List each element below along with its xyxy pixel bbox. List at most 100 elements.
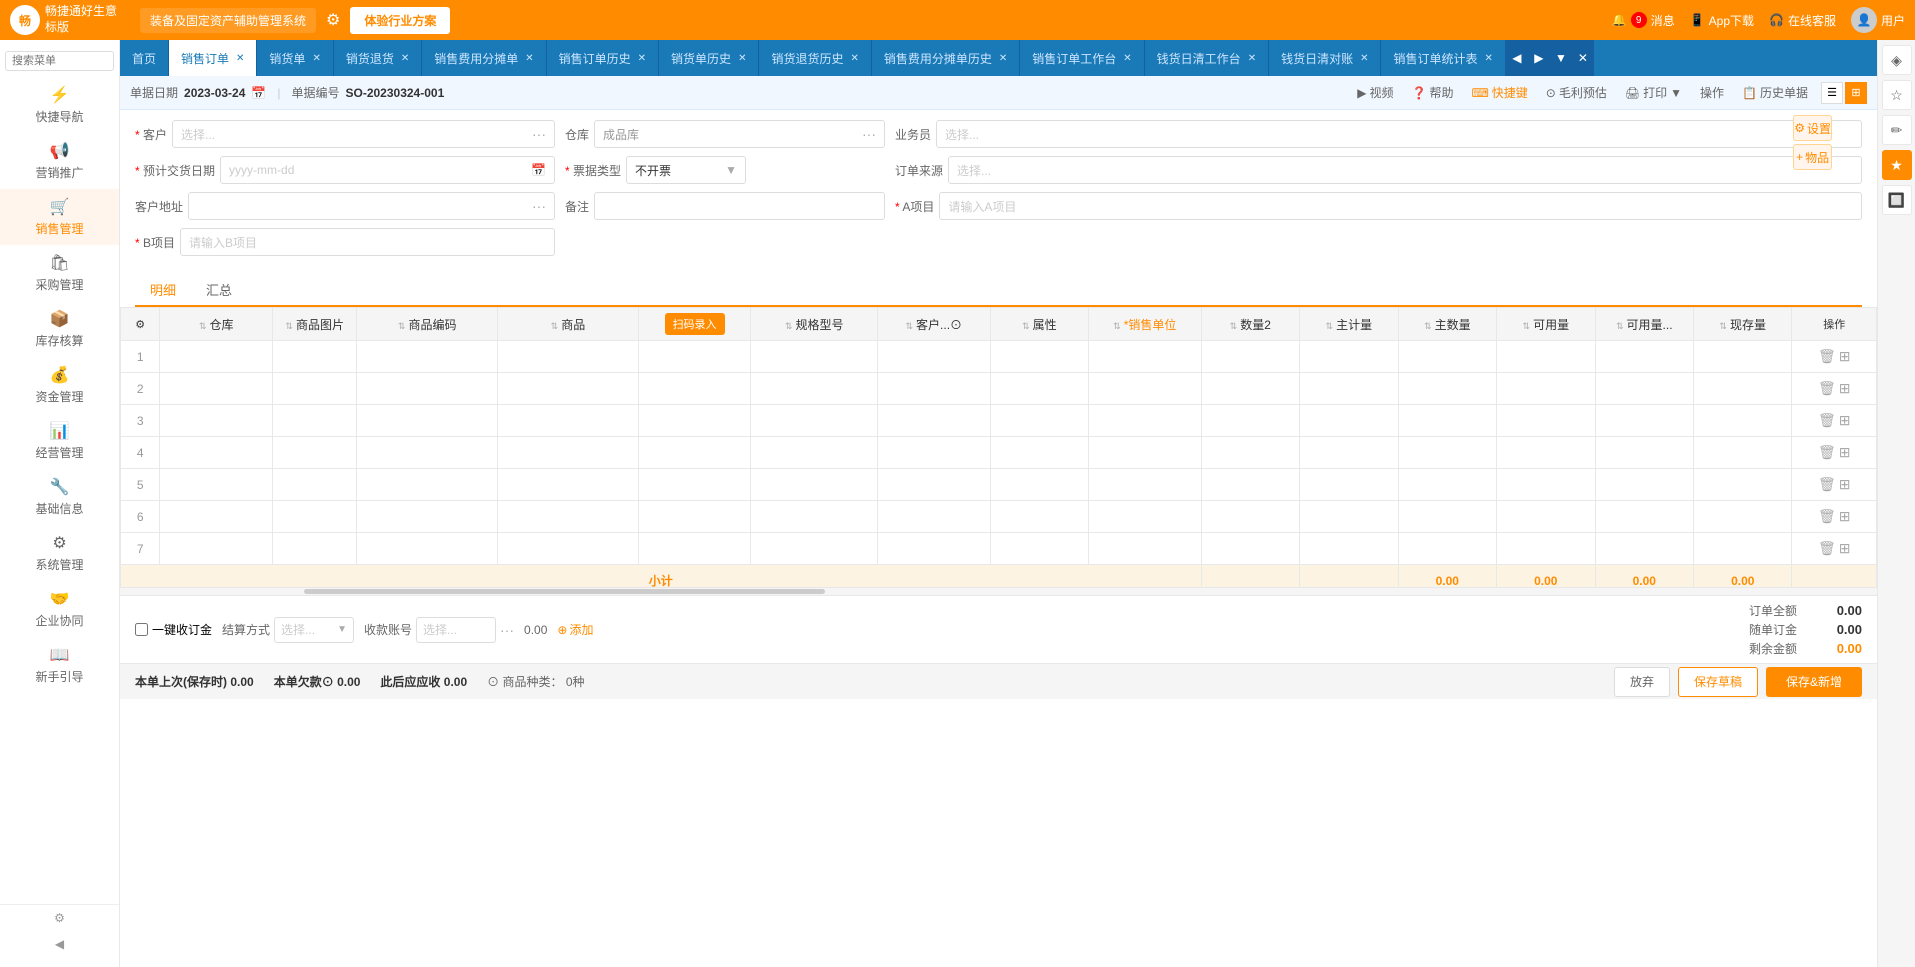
tab-close-sales-order-history[interactable]: ✕ [638,53,646,64]
tab-next-btn[interactable]: ▶ [1528,40,1550,76]
print-btn[interactable]: 🖨 打印 ▼ [1620,82,1687,103]
sidebar-item-quick-nav[interactable]: ⚡ 快捷导航 [0,77,119,133]
tab-close-expense-history[interactable]: ✕ [999,53,1007,64]
grid-view-btn[interactable]: ⊞ [1845,82,1867,104]
tab-close-sales-return[interactable]: ✕ [401,53,409,64]
tab-sales-order-history[interactable]: 销售订单历史 ✕ [547,40,659,76]
search-input[interactable] [5,51,114,71]
view-video-btn[interactable]: ▶ 视频 [1352,82,1398,103]
operate-btn[interactable]: 操作 [1695,82,1729,103]
order-source-input[interactable]: 选择... [948,156,1862,184]
col-code[interactable]: ⇅ 商品编码 [357,308,498,341]
date-icon[interactable]: 📅 [531,163,546,177]
col-cust-field[interactable]: ⇅ 客户...⊙ [877,308,990,341]
col-main-qty[interactable]: ⇅ 主数量 [1398,308,1496,341]
row-copy-btn[interactable]: ⊞ [1839,348,1851,365]
sidebar-item-inventory[interactable]: 📦 库存核算 [0,301,119,357]
tab-sales-expense[interactable]: 销售费用分摊单 ✕ [422,40,546,76]
col-image[interactable]: ⇅ 商品图片 [272,308,356,341]
tab-close-statistics[interactable]: ✕ [1485,53,1493,64]
tab-home[interactable]: 首页 [120,40,169,76]
tab-summary[interactable]: 汇总 [191,274,247,305]
sidebar-settings-btn[interactable]: ⚙ [0,905,119,931]
tab-close-all-btn[interactable]: ✕ [1572,40,1594,76]
remark-input[interactable] [594,192,885,220]
right-panel-btn-2[interactable]: ☆ [1882,80,1912,110]
right-panel-btn-3[interactable]: ✏ [1882,115,1912,145]
settings-side-btn[interactable]: ⚙ 设置 [1793,115,1832,141]
tab-close-workbench[interactable]: ✕ [1123,53,1131,64]
invoice-type-select[interactable]: 不开票 ▼ [626,156,746,184]
account-expand-icon[interactable]: ··· [500,622,514,638]
list-view-btn[interactable]: ☰ [1821,82,1843,104]
tab-close-sales-order[interactable]: ✕ [236,53,244,64]
customer-input[interactable]: 选择... ··· [172,120,555,148]
col-main-unit[interactable]: ⇅ 主计量 [1300,308,1398,341]
tab-expense-history[interactable]: 销售费用分摊单历史 ✕ [872,40,1020,76]
add-goods-btn[interactable]: + 物品 [1793,144,1832,170]
sidebar-item-finance[interactable]: 💰 资金管理 [0,357,119,413]
warehouse-expand-icon[interactable]: ··· [862,126,876,142]
row-delete-btn[interactable]: 🗑 [1818,348,1836,365]
row-delete-btn[interactable]: 🗑 [1818,476,1836,493]
row-delete-btn[interactable]: 🗑 [1818,508,1836,525]
sidebar-collapse-btn[interactable]: ◀ [0,931,119,957]
tab-reconcile[interactable]: 钱货日清对账 ✕ [1269,40,1381,76]
tab-sales-return[interactable]: 销货退货 ✕ [334,40,422,76]
row-copy-btn[interactable]: ⊞ [1839,444,1851,461]
col-qty2[interactable]: ⇅ 数量2 [1201,308,1299,341]
tab-close-daily-clear[interactable]: ✕ [1248,53,1256,64]
row-delete-btn[interactable]: 🗑 [1818,412,1836,429]
row-delete-btn[interactable]: 🗑 [1818,444,1836,461]
col-warehouse[interactable]: ⇅ 仓库 [160,308,273,341]
industry-btn[interactable]: 体验行业方案 [350,7,450,34]
scan-btn[interactable]: 扫码录入 [665,313,725,335]
col-stock[interactable]: ⇅ 现存量 [1694,308,1792,341]
right-panel-btn-4[interactable]: ★ [1882,150,1912,180]
right-panel-btn-1[interactable]: ◈ [1882,45,1912,75]
col-scan[interactable]: 扫码录入 [638,308,751,341]
sidebar-item-basic-info[interactable]: 🔧 基础信息 [0,469,119,525]
row-copy-btn[interactable]: ⊞ [1839,380,1851,397]
col-available2[interactable]: ⇅ 可用量... [1595,308,1693,341]
sidebar-item-sales[interactable]: 🛒 销售管理 [0,189,119,245]
user-item[interactable]: 👤 用户 [1851,7,1905,33]
sidebar-item-system[interactable]: ⚙ 系统管理 [0,525,119,581]
col-unit[interactable]: ⇅ *销售单位 [1089,308,1202,341]
tab-detail[interactable]: 明细 [135,274,191,307]
sidebar-item-enterprise[interactable]: 🤝 企业协同 [0,581,119,637]
row-copy-btn[interactable]: ⊞ [1839,508,1851,525]
one-click-settle-checkbox[interactable] [135,623,148,636]
row-copy-btn[interactable]: ⊞ [1839,540,1851,557]
tab-close-return-history[interactable]: ✕ [850,53,858,64]
system-title[interactable]: 装备及固定资产辅助管理系统 [140,8,316,33]
tab-invoice-history[interactable]: 销货单历史 ✕ [659,40,759,76]
tab-menu-btn[interactable]: ▼ [1550,40,1572,76]
discard-btn[interactable]: 放弃 [1614,667,1670,697]
app-download-item[interactable]: 📱 App下载 [1690,12,1754,29]
sidebar-search[interactable] [0,45,119,77]
a-project-input[interactable]: 请输入A项目 [939,192,1862,220]
col-attr[interactable]: ⇅ 属性 [990,308,1088,341]
tab-close-reconcile[interactable]: ✕ [1360,53,1368,64]
shortcut-btn[interactable]: ⌨ 快捷键 [1466,82,1532,103]
row-copy-btn[interactable]: ⊞ [1839,476,1851,493]
tab-close-sales-invoice[interactable]: ✕ [312,53,320,64]
tab-prev-btn[interactable]: ◀ [1506,40,1528,76]
col-available[interactable]: ⇅ 可用量 [1497,308,1595,341]
tab-sales-invoice[interactable]: 销货单 ✕ [257,40,333,76]
customer-expand-icon[interactable]: ··· [532,126,546,142]
sidebar-item-operations[interactable]: 📊 经营管理 [0,413,119,469]
online-service-item[interactable]: 🎧 在线客服 [1769,12,1836,29]
help-btn[interactable]: ❓ 帮助 [1406,82,1458,103]
tab-statistics[interactable]: 销售订单统计表 ✕ [1381,40,1505,76]
profit-btn[interactable]: ⊙ 毛利预估 [1541,82,1612,103]
warehouse-input[interactable]: 成品库 ··· [594,120,885,148]
add-btn[interactable]: ⊕ 添加 [557,621,593,638]
payment-method-select[interactable]: 选择... ▼ [274,617,354,643]
history-btn[interactable]: 📋 历史单据 [1737,82,1813,103]
sidebar-item-guide[interactable]: 📖 新手引导 [0,637,119,693]
col-gear[interactable]: ⚙ [121,308,160,341]
address-expand-icon[interactable]: ··· [532,198,546,214]
save-draft-btn[interactable]: 保存草稿 [1678,667,1758,697]
